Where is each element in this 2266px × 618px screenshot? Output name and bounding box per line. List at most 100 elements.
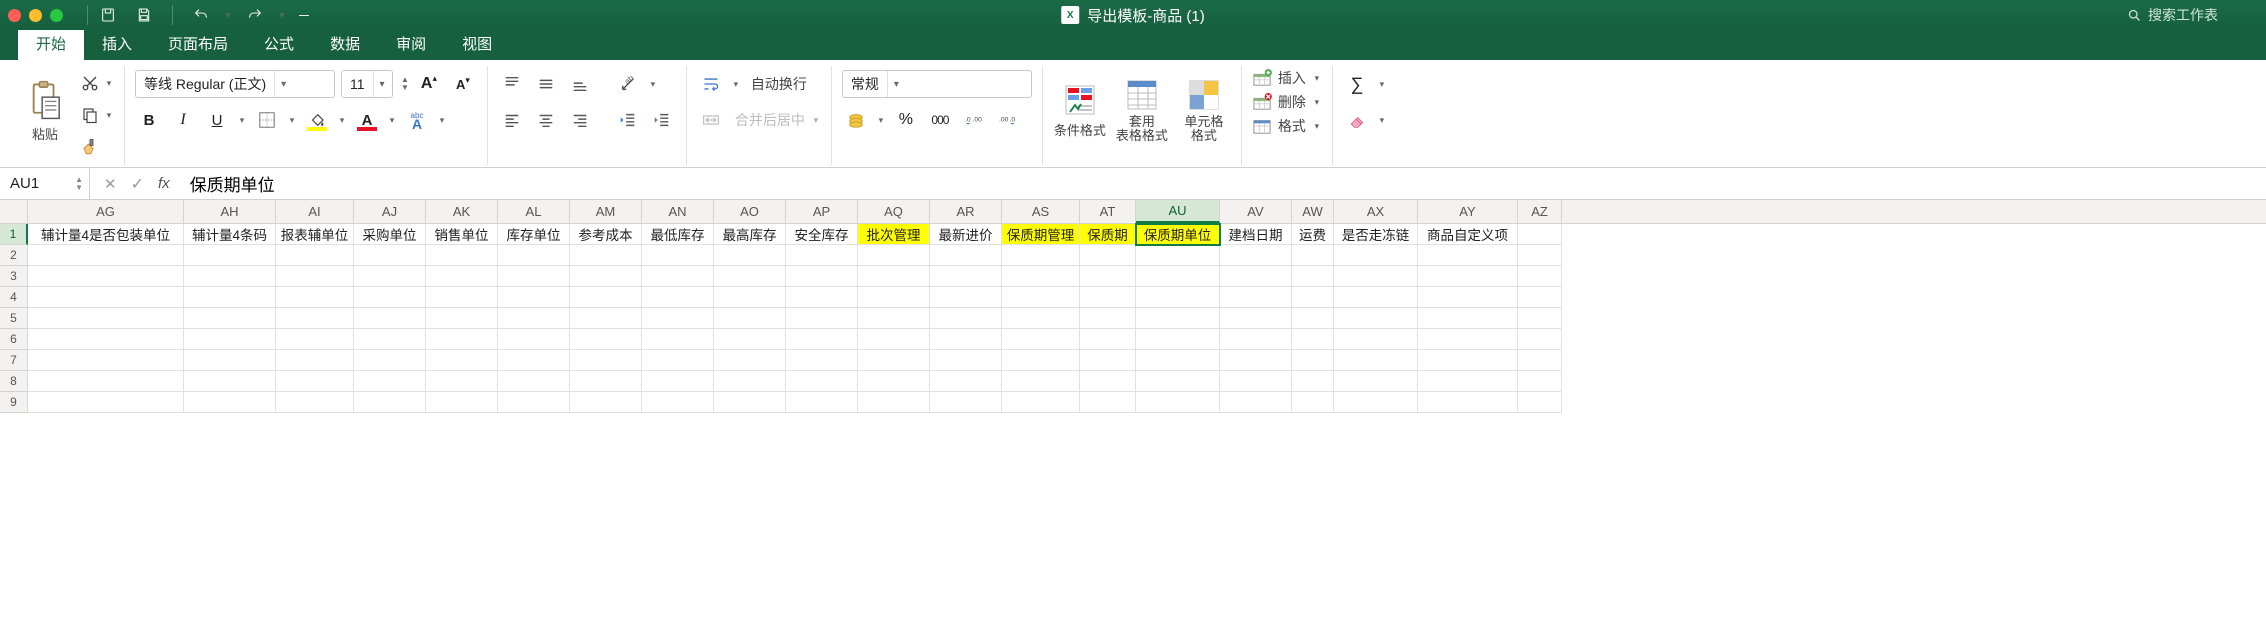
- cell[interactable]: [1080, 245, 1136, 266]
- cell[interactable]: [642, 245, 714, 266]
- cell[interactable]: [1292, 392, 1334, 413]
- orientation-dropdown[interactable]: ▾: [648, 79, 658, 90]
- decrease-indent-button[interactable]: [614, 107, 642, 133]
- column-header[interactable]: AQ: [858, 200, 930, 223]
- cell[interactable]: [1518, 392, 1562, 413]
- cell[interactable]: [184, 245, 276, 266]
- cell[interactable]: [1418, 371, 1518, 392]
- column-header[interactable]: AJ: [354, 200, 426, 223]
- cell[interactable]: 是否走冻链: [1334, 224, 1418, 245]
- cell[interactable]: [1080, 392, 1136, 413]
- row-header[interactable]: 6: [0, 329, 28, 350]
- cell[interactable]: 最新进价: [930, 224, 1002, 245]
- cell[interactable]: [498, 287, 570, 308]
- cell[interactable]: [930, 329, 1002, 350]
- tab-review[interactable]: 审阅: [378, 27, 444, 60]
- percent-button[interactable]: %: [892, 107, 920, 133]
- cell[interactable]: 保质期单位: [1136, 224, 1220, 245]
- orientation-button[interactable]: ab: [614, 71, 642, 97]
- phonetic-guide-button[interactable]: abcA: [403, 107, 431, 133]
- cell[interactable]: [714, 245, 786, 266]
- cell[interactable]: [498, 245, 570, 266]
- cell[interactable]: [570, 308, 642, 329]
- increase-decimal-button[interactable]: .0.00: [960, 107, 988, 133]
- tab-home[interactable]: 开始: [18, 27, 84, 60]
- tab-data[interactable]: 数据: [312, 27, 378, 60]
- cell[interactable]: [28, 308, 184, 329]
- cell[interactable]: [930, 392, 1002, 413]
- cell[interactable]: 保质期管理: [1002, 224, 1080, 245]
- cell[interactable]: [354, 308, 426, 329]
- cell[interactable]: [1002, 287, 1080, 308]
- cell[interactable]: [570, 245, 642, 266]
- insert-dropdown[interactable]: ▾: [1312, 73, 1322, 84]
- cell[interactable]: 库存单位: [498, 224, 570, 245]
- cell[interactable]: [276, 350, 354, 371]
- redo-button[interactable]: [241, 4, 269, 26]
- row-header[interactable]: 5: [0, 308, 28, 329]
- row-header[interactable]: 3: [0, 266, 28, 287]
- delete-cells-button[interactable]: 删除▾: [1252, 90, 1322, 114]
- format-painter-button[interactable]: [76, 134, 104, 160]
- undo-button[interactable]: [187, 4, 215, 26]
- cell[interactable]: [1418, 245, 1518, 266]
- currency-dropdown[interactable]: ▾: [876, 115, 886, 126]
- cell[interactable]: 采购单位: [354, 224, 426, 245]
- cell[interactable]: [184, 350, 276, 371]
- sheet-search[interactable]: [2127, 7, 2258, 23]
- cell[interactable]: [1136, 392, 1220, 413]
- cell[interactable]: [276, 329, 354, 350]
- cell[interactable]: [786, 266, 858, 287]
- fill-color-button[interactable]: [303, 107, 331, 133]
- cell[interactable]: [1418, 350, 1518, 371]
- cell[interactable]: [1220, 350, 1292, 371]
- cell[interactable]: [354, 266, 426, 287]
- cell[interactable]: [930, 308, 1002, 329]
- insert-cells-button[interactable]: 插入▾: [1252, 66, 1322, 90]
- cell[interactable]: [1002, 392, 1080, 413]
- cell[interactable]: [714, 392, 786, 413]
- cell[interactable]: [570, 350, 642, 371]
- autosum-dropdown[interactable]: ▾: [1377, 79, 1387, 90]
- cell[interactable]: [1220, 329, 1292, 350]
- cell[interactable]: [858, 308, 930, 329]
- cell[interactable]: [276, 266, 354, 287]
- column-header[interactable]: AY: [1418, 200, 1518, 223]
- cell[interactable]: [1002, 308, 1080, 329]
- autosave-icon[interactable]: [94, 4, 122, 26]
- spreadsheet-grid[interactable]: AGAHAIAJAKALAMANAOAPAQARASATAUAVAWAXAYAZ…: [0, 200, 2266, 413]
- cell[interactable]: [858, 245, 930, 266]
- format-cells-button[interactable]: 格式▾: [1252, 114, 1322, 138]
- cell[interactable]: [1220, 392, 1292, 413]
- cell[interactable]: [858, 287, 930, 308]
- cell[interactable]: 最高库存: [714, 224, 786, 245]
- column-header[interactable]: AX: [1334, 200, 1418, 223]
- cell[interactable]: [354, 350, 426, 371]
- maximize-window-button[interactable]: [50, 9, 63, 22]
- clear-dropdown[interactable]: ▾: [1377, 115, 1387, 126]
- cell[interactable]: [1334, 245, 1418, 266]
- search-input[interactable]: [2148, 7, 2258, 23]
- cell[interactable]: [1418, 308, 1518, 329]
- cell[interactable]: [570, 287, 642, 308]
- cell[interactable]: [184, 287, 276, 308]
- cell[interactable]: [354, 245, 426, 266]
- row-header[interactable]: 7: [0, 350, 28, 371]
- cell[interactable]: [1220, 287, 1292, 308]
- cell[interactable]: [426, 371, 498, 392]
- cell[interactable]: [714, 287, 786, 308]
- align-right-button[interactable]: [566, 107, 594, 133]
- namebox-down[interactable]: ▼: [75, 184, 83, 192]
- fx-icon[interactable]: fx: [158, 175, 170, 192]
- column-header[interactable]: AK: [426, 200, 498, 223]
- bold-button[interactable]: B: [135, 107, 163, 133]
- cell[interactable]: [354, 392, 426, 413]
- cell[interactable]: [642, 371, 714, 392]
- cell[interactable]: [642, 287, 714, 308]
- cell[interactable]: [184, 308, 276, 329]
- cell[interactable]: [1292, 266, 1334, 287]
- row-header[interactable]: 9: [0, 392, 28, 413]
- currency-button[interactable]: [842, 107, 870, 133]
- align-center-button[interactable]: [532, 107, 560, 133]
- cell[interactable]: [1220, 245, 1292, 266]
